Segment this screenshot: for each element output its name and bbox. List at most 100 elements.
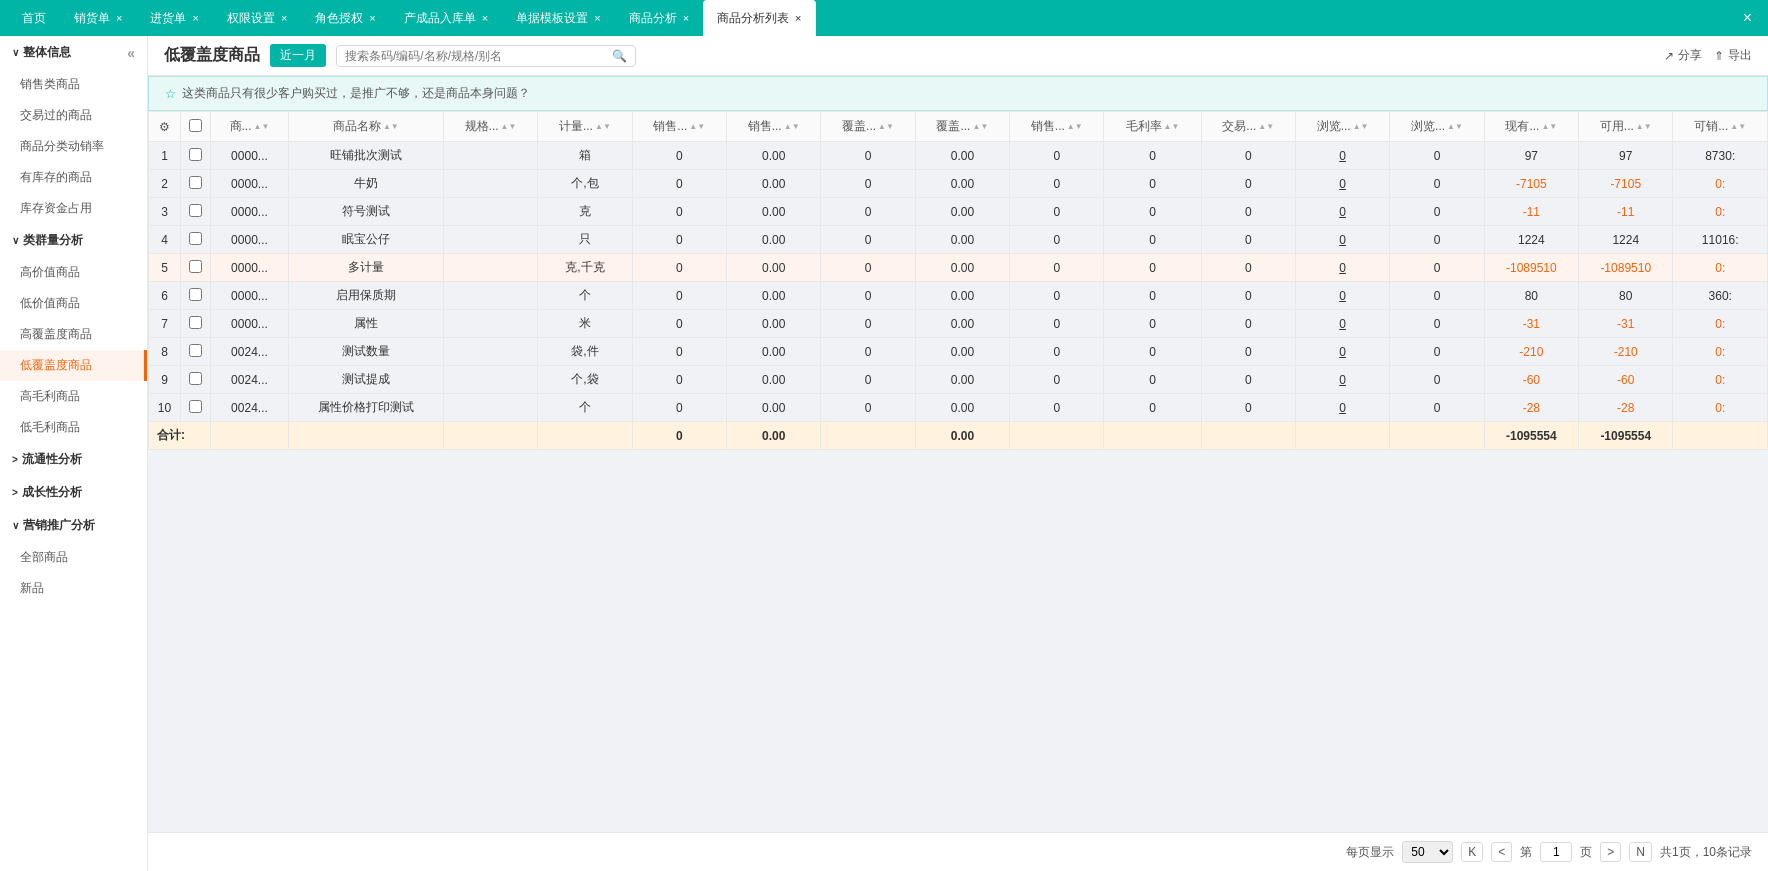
first-page-btn[interactable]: K <box>1461 842 1483 862</box>
row-checkbox[interactable] <box>189 148 202 161</box>
nav-item-analysis-list[interactable]: 商品分析列表 × <box>703 0 815 36</box>
sidebar-item-new-goods[interactable]: 新品 <box>0 573 147 604</box>
nav-close-all[interactable]: × <box>1735 9 1760 27</box>
row-view1[interactable]: 0 <box>1295 254 1389 282</box>
row-checkbox[interactable] <box>189 344 202 357</box>
nav-item-templates[interactable]: 单据模板设置 × <box>502 0 614 36</box>
row-checkbox[interactable] <box>181 226 211 254</box>
sidebar-item-traded-goods[interactable]: 交易过的商品 <box>0 100 147 131</box>
page-input[interactable] <box>1540 842 1572 862</box>
settings-icon[interactable]: ⚙ <box>159 120 170 134</box>
sidebar-section-marketing[interactable]: ∨ 营销推广分析 <box>0 509 147 542</box>
row-view1[interactable]: 0 <box>1295 142 1389 170</box>
row-view1[interactable]: 0 <box>1295 198 1389 226</box>
sort-current-stock[interactable]: 现有...▲▼ <box>1505 118 1557 135</box>
row-checkbox[interactable] <box>189 260 202 273</box>
time-filter-btn[interactable]: 近一月 <box>270 44 326 67</box>
sort-code[interactable]: 商...▲▼ <box>230 118 270 135</box>
nav-item-purchase[interactable]: 进货单 × <box>136 0 212 36</box>
per-page-select[interactable]: 50 20 100 <box>1402 841 1453 863</box>
nav-item-roles[interactable]: 角色授权 × <box>301 0 389 36</box>
sort-gross-rate[interactable]: 毛利率▲▼ <box>1126 118 1180 135</box>
prev-page-btn[interactable]: < <box>1491 842 1512 862</box>
row-checkbox[interactable] <box>189 232 202 245</box>
row-view1-link[interactable]: 0 <box>1339 205 1346 219</box>
row-view1[interactable]: 0 <box>1295 366 1389 394</box>
nav-item-analysis[interactable]: 商品分析 × <box>615 0 703 36</box>
sidebar-section-cluster[interactable]: ∨ 类群量分析 <box>0 224 147 257</box>
sort-view1[interactable]: 浏览...▲▼ <box>1317 118 1369 135</box>
sort-trade-count[interactable]: 交易...▲▼ <box>1222 118 1274 135</box>
sort-spec[interactable]: 规格...▲▼ <box>465 118 517 135</box>
row-view1-link[interactable]: 0 <box>1339 233 1346 247</box>
sidebar-item-high-coverage[interactable]: 高覆盖度商品 <box>0 319 147 350</box>
sort-cover-count[interactable]: 覆盖...▲▼ <box>842 118 894 135</box>
sidebar-item-in-stock[interactable]: 有库存的商品 <box>0 162 147 193</box>
sidebar-section-growth[interactable]: > 成长性分析 <box>0 476 147 509</box>
next-page-btn[interactable]: > <box>1600 842 1621 862</box>
row-view1-link[interactable]: 0 <box>1339 261 1346 275</box>
sidebar-item-all-goods[interactable]: 全部商品 <box>0 542 147 573</box>
nav-item-products[interactable]: 产成品入库单 × <box>390 0 502 36</box>
row-view1[interactable]: 0 <box>1295 282 1389 310</box>
row-view1[interactable]: 0 <box>1295 310 1389 338</box>
table-wrap[interactable]: ⚙ 商...▲▼ 商品名称▲▼ 规格...▲▼ 计量...▲▼ 销售...▲▼ … <box>148 111 1768 832</box>
sidebar-item-low-coverage[interactable]: 低覆盖度商品 <box>0 350 147 381</box>
sort-name[interactable]: 商品名称▲▼ <box>333 118 399 135</box>
sidebar-section-overall[interactable]: ∨ 整体信息 « <box>0 36 147 69</box>
sort-view2[interactable]: 浏览...▲▼ <box>1411 118 1463 135</box>
row-checkbox[interactable] <box>181 338 211 366</box>
nav-item-home[interactable]: 首页 <box>8 0 60 36</box>
sidebar-item-low-margin[interactable]: 低毛利商品 <box>0 412 147 443</box>
sidebar-item-category-rate[interactable]: 商品分类动销率 <box>0 131 147 162</box>
close-icon-analysis-list[interactable]: × <box>795 12 801 24</box>
row-checkbox[interactable] <box>181 366 211 394</box>
row-checkbox[interactable] <box>189 372 202 385</box>
close-icon-analysis[interactable]: × <box>683 12 689 24</box>
row-view1-link[interactable]: 0 <box>1339 401 1346 415</box>
nav-item-sales[interactable]: 销货单 × <box>60 0 136 36</box>
nav-item-permissions[interactable]: 权限设置 × <box>213 0 301 36</box>
row-checkbox[interactable] <box>181 282 211 310</box>
row-checkbox[interactable] <box>189 316 202 329</box>
close-icon-purchase[interactable]: × <box>192 12 198 24</box>
row-checkbox[interactable] <box>181 198 211 226</box>
row-checkbox[interactable] <box>181 170 211 198</box>
collapse-btn[interactable]: « <box>127 45 135 61</box>
row-checkbox[interactable] <box>189 176 202 189</box>
row-checkbox[interactable] <box>189 288 202 301</box>
close-icon-roles[interactable]: × <box>369 12 375 24</box>
sidebar-item-sales-goods[interactable]: 销售类商品 <box>0 69 147 100</box>
sidebar-item-low-value[interactable]: 低价值商品 <box>0 288 147 319</box>
row-view1-link[interactable]: 0 <box>1339 317 1346 331</box>
th-checkbox[interactable] <box>181 112 211 142</box>
last-page-btn[interactable]: N <box>1629 842 1652 862</box>
close-icon-templates[interactable]: × <box>594 12 600 24</box>
export-btn[interactable]: ⇑ 导出 <box>1714 47 1752 64</box>
row-view1-link[interactable]: 0 <box>1339 345 1346 359</box>
close-icon-products[interactable]: × <box>482 12 488 24</box>
row-checkbox[interactable] <box>181 142 211 170</box>
sort-unit[interactable]: 计量...▲▼ <box>559 118 611 135</box>
row-view1[interactable]: 0 <box>1295 394 1389 422</box>
sidebar-item-high-value[interactable]: 高价值商品 <box>0 257 147 288</box>
sidebar-item-stock-capital[interactable]: 库存资金占用 <box>0 193 147 224</box>
row-checkbox[interactable] <box>189 204 202 217</box>
sort-cover-rate[interactable]: 覆盖...▲▼ <box>936 118 988 135</box>
row-view1-link[interactable]: 0 <box>1339 373 1346 387</box>
th-settings[interactable]: ⚙ <box>149 112 181 142</box>
row-view1[interactable]: 0 <box>1295 170 1389 198</box>
row-checkbox[interactable] <box>181 254 211 282</box>
search-input[interactable] <box>345 49 612 63</box>
sort-sale-count[interactable]: 销售...▲▼ <box>1031 118 1083 135</box>
select-all-checkbox[interactable] <box>189 119 202 132</box>
sidebar-item-high-margin[interactable]: 高毛利商品 <box>0 381 147 412</box>
row-view1[interactable]: 0 <box>1295 338 1389 366</box>
row-view1[interactable]: 0 <box>1295 226 1389 254</box>
close-icon-permissions[interactable]: × <box>281 12 287 24</box>
close-icon-sales[interactable]: × <box>116 12 122 24</box>
sort-avail-stock[interactable]: 可用...▲▼ <box>1600 118 1652 135</box>
row-checkbox[interactable] <box>181 310 211 338</box>
row-view1-link[interactable]: 0 <box>1339 177 1346 191</box>
share-btn[interactable]: ↗ 分享 <box>1664 47 1702 64</box>
